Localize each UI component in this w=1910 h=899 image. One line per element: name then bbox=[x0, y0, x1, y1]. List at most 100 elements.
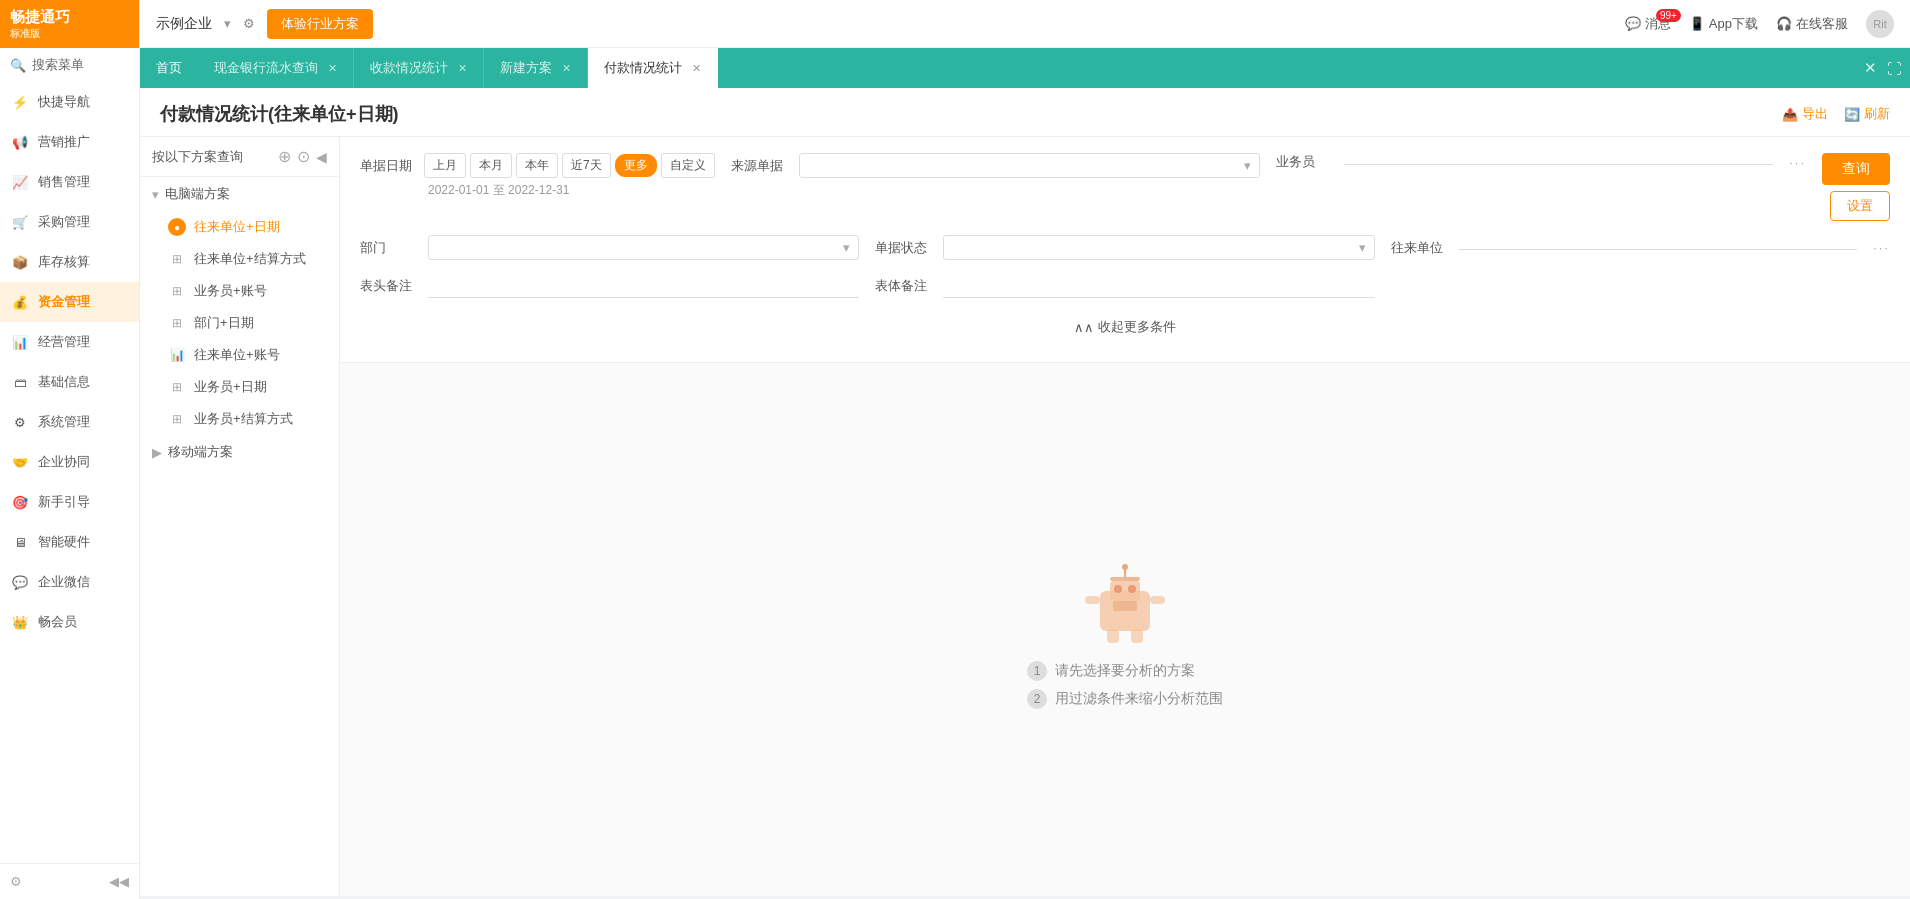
settings-scheme-icon[interactable]: ⊙ bbox=[297, 147, 310, 166]
sidebar-item-label: 智能硬件 bbox=[38, 533, 90, 551]
date-btn-more[interactable]: 更多 bbox=[615, 154, 657, 177]
filter-body-note-group: 表体备注 bbox=[875, 274, 1374, 298]
collapse-icon: ∧∧ bbox=[1074, 320, 1094, 335]
topbar: 示例企业 ▾ ⚙ 体验行业方案 💬 消息 99+ 📱 App下载 🎧 在线客服 … bbox=[140, 0, 1910, 48]
date-btn-this-month[interactable]: 本月 bbox=[470, 153, 512, 178]
base-info-icon: 🗃 bbox=[10, 372, 30, 392]
company-dropdown-icon[interactable]: ▾ bbox=[224, 16, 231, 31]
messages-btn[interactable]: 💬 消息 99+ bbox=[1625, 15, 1671, 33]
partner-dots[interactable]: ··· bbox=[1873, 240, 1890, 255]
right-panel: 单据日期 上月 本月 本年 近7天 更多 自定义 bbox=[340, 137, 1910, 896]
page-content: 付款情况统计(往来单位+日期) 📤 导出 🔄 刷新 按以下方案查询 ⊕ bbox=[140, 88, 1910, 899]
trial-btn[interactable]: 体验行业方案 bbox=[267, 9, 373, 39]
refresh-btn[interactable]: 🔄 刷新 bbox=[1844, 105, 1890, 123]
date-btn-custom[interactable]: 自定义 bbox=[661, 153, 715, 178]
tab-close-all-icon[interactable]: ✕ bbox=[1864, 59, 1877, 77]
online-service-btn[interactable]: 🎧 在线客服 bbox=[1776, 15, 1848, 33]
quick-nav-icon: ⚡ bbox=[10, 92, 30, 112]
filter-row-1: 单据日期 上月 本月 本年 近7天 更多 自定义 bbox=[360, 153, 1890, 221]
scheme-partner-date[interactable]: ● 往来单位+日期 bbox=[140, 211, 339, 243]
left-panel: 按以下方案查询 ⊕ ⊙ ◀ ▾ 电脑端方案 ● 往来单位+日期 bbox=[140, 137, 340, 896]
date-btn-this-year[interactable]: 本年 bbox=[516, 153, 558, 178]
topbar-gear-icon[interactable]: ⚙ bbox=[243, 16, 255, 31]
company-name: 示例企业 bbox=[156, 15, 212, 33]
date-label: 单据日期 bbox=[360, 157, 420, 175]
sidebar-item-quick-nav[interactable]: ⚡ 快捷导航 bbox=[0, 82, 139, 122]
scheme-salesman-date[interactable]: ⊞ 业务员+日期 bbox=[140, 371, 339, 403]
date-range-display: 2022-01-01 至 2022-12-31 bbox=[420, 182, 569, 199]
app-download-btn[interactable]: 📱 App下载 bbox=[1689, 15, 1758, 33]
empty-tip-2-label: 用过滤条件来缩小分析范围 bbox=[1055, 690, 1223, 708]
sidebar-item-capital[interactable]: 💰 资金管理 bbox=[0, 282, 139, 322]
tab-new-scheme[interactable]: 新建方案 ✕ bbox=[484, 48, 588, 88]
sidebar-item-marketing[interactable]: 📢 营销推广 bbox=[0, 122, 139, 162]
operations-icon: 📊 bbox=[10, 332, 30, 352]
tab-receipt-stats-close[interactable]: ✕ bbox=[458, 62, 467, 75]
sidebar-item-purchase[interactable]: 🛒 采购管理 bbox=[0, 202, 139, 242]
sidebar-item-sales[interactable]: 📈 销售管理 bbox=[0, 162, 139, 202]
scheme-dept-date[interactable]: ⊞ 部门+日期 bbox=[140, 307, 339, 339]
page-title: 付款情况统计(往来单位+日期) bbox=[160, 102, 399, 126]
date-btn-last-month[interactable]: 上月 bbox=[424, 153, 466, 178]
sidebar-item-vip[interactable]: 👑 畅会员 bbox=[0, 602, 139, 642]
empty-tip-1: 1 请先选择要分析的方案 bbox=[1027, 661, 1223, 681]
tab-receipt-stats[interactable]: 收款情况统计 ✕ bbox=[354, 48, 484, 88]
voucher-status-select[interactable]: ▾ bbox=[943, 235, 1374, 260]
scheme-salesman-settlement[interactable]: ⊞ 业务员+结算方式 bbox=[140, 403, 339, 435]
header-note-input[interactable] bbox=[428, 274, 859, 298]
tab-payment-stats[interactable]: 付款情况统计 ✕ bbox=[588, 48, 718, 88]
collapse-bar[interactable]: ∧∧ 收起更多条件 bbox=[1064, 308, 1186, 346]
sidebar-item-inventory[interactable]: 📦 库存核算 bbox=[0, 242, 139, 282]
dept-select[interactable]: ▾ bbox=[428, 235, 859, 260]
query-btn[interactable]: 查询 bbox=[1822, 153, 1890, 185]
search-icon: 🔍 bbox=[10, 58, 26, 73]
tab-bank-flow[interactable]: 现金银行流水查询 ✕ bbox=[198, 48, 354, 88]
source-select[interactable]: ▾ bbox=[799, 153, 1261, 178]
search-menu-item[interactable]: 🔍 搜索菜单 bbox=[0, 48, 139, 82]
tab-expand-icon[interactable]: ⛶ bbox=[1887, 60, 1902, 77]
settings-icon[interactable]: ⚙ bbox=[10, 874, 22, 889]
capital-icon: 💰 bbox=[10, 292, 30, 312]
topbar-right: 💬 消息 99+ 📱 App下载 🎧 在线客服 Rit bbox=[1625, 10, 1894, 38]
tab-bank-flow-close[interactable]: ✕ bbox=[328, 62, 337, 75]
body-note-label: 表体备注 bbox=[875, 277, 935, 295]
tab-home[interactable]: 首页 bbox=[140, 48, 198, 88]
sidebar-item-smart-hw[interactable]: 🖥 智能硬件 bbox=[0, 522, 139, 562]
tip-num-1: 1 bbox=[1027, 661, 1047, 681]
pc-scheme-group-title[interactable]: ▾ 电脑端方案 bbox=[140, 177, 339, 211]
partner-label: 往来单位 bbox=[1391, 239, 1451, 257]
app-name: 畅捷通巧 bbox=[10, 8, 70, 27]
body-note-input[interactable] bbox=[943, 274, 1374, 298]
user-avatar[interactable]: Rit bbox=[1866, 10, 1894, 38]
date-range-text: 2022-01-01 至 2022-12-31 bbox=[428, 183, 569, 197]
svg-rect-10 bbox=[1131, 629, 1143, 643]
collapse-sidebar-icon[interactable]: ◀◀ bbox=[109, 874, 129, 889]
empty-tips: 1 请先选择要分析的方案 2 用过滤条件来缩小分析范围 bbox=[1027, 661, 1223, 709]
collapse-left-icon[interactable]: ◀ bbox=[316, 149, 327, 165]
sidebar-item-corp-collab[interactable]: 🤝 企业协同 bbox=[0, 442, 139, 482]
salesman-dots[interactable]: ··· bbox=[1789, 155, 1806, 170]
svg-rect-7 bbox=[1085, 596, 1100, 604]
export-label: 导出 bbox=[1802, 105, 1828, 123]
filter-dept-group: 部门 ▾ bbox=[360, 235, 859, 260]
sidebar-item-operations[interactable]: 📊 经营管理 bbox=[0, 322, 139, 362]
tab-payment-stats-close[interactable]: ✕ bbox=[692, 62, 701, 75]
filter-source-group: 来源单据 ▾ bbox=[731, 153, 1261, 178]
tab-new-scheme-close[interactable]: ✕ bbox=[562, 62, 571, 75]
settings-filter-btn[interactable]: 设置 bbox=[1830, 191, 1890, 221]
scheme-partner-settlement[interactable]: ⊞ 往来单位+结算方式 bbox=[140, 243, 339, 275]
export-btn[interactable]: 📤 导出 bbox=[1782, 105, 1828, 123]
sidebar-item-new-guide[interactable]: 🎯 新手引导 bbox=[0, 482, 139, 522]
sidebar-item-sys-manage[interactable]: ⚙ 系统管理 bbox=[0, 402, 139, 442]
scheme-partner-account[interactable]: 📊 往来单位+账号 bbox=[140, 339, 339, 371]
marketing-icon: 📢 bbox=[10, 132, 30, 152]
scheme-salesman-account[interactable]: ⊞ 业务员+账号 bbox=[140, 275, 339, 307]
add-scheme-icon[interactable]: ⊕ bbox=[278, 147, 291, 166]
empty-area: 1 请先选择要分析的方案 2 用过滤条件来缩小分析范围 bbox=[340, 363, 1910, 896]
messages-count: 99+ bbox=[1656, 9, 1681, 22]
sidebar-item-corp-wechat[interactable]: 💬 企业微信 bbox=[0, 562, 139, 602]
mobile-scheme-group[interactable]: ▶ 移动端方案 bbox=[140, 435, 339, 469]
date-btn-last-7d[interactable]: 近7天 bbox=[562, 153, 611, 178]
sidebar-item-base-info[interactable]: 🗃 基础信息 bbox=[0, 362, 139, 402]
source-label: 来源单据 bbox=[731, 157, 791, 175]
